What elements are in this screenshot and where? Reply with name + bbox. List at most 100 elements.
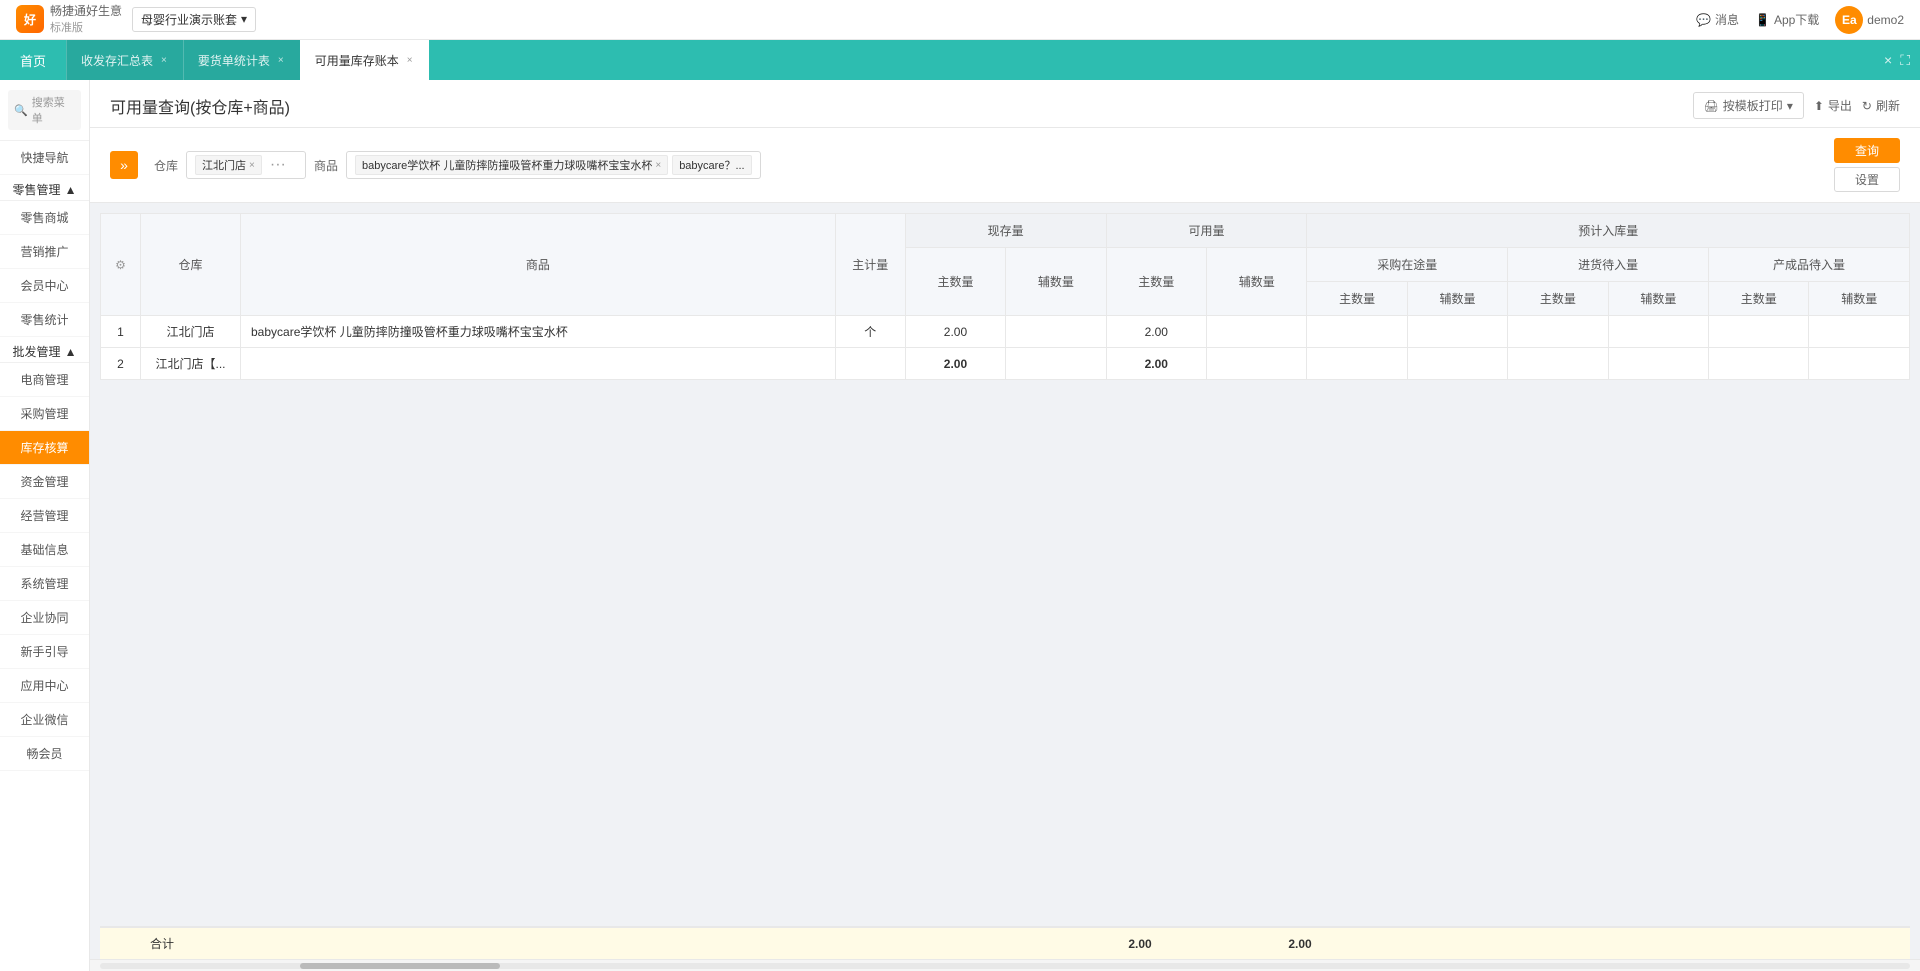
th-products-group: 产成品待入量 (1709, 248, 1910, 282)
sidebar-search[interactable]: 🔍 搜索菜单 (0, 80, 89, 141)
cell-avail-main-1: 2.00 (1106, 316, 1206, 348)
th-settings[interactable]: ⚙ (101, 214, 141, 316)
query-button[interactable]: 查询 (1834, 138, 1900, 163)
th-purchase-aux: 辅数量 (1407, 282, 1507, 316)
tab-close-2[interactable]: × (276, 53, 286, 68)
cell-stock-main-1: 2.00 (905, 316, 1005, 348)
sidebar-item-lingshoushangcheng[interactable]: 零售商城 (0, 201, 89, 235)
scroll-bar-area[interactable] (90, 959, 1920, 971)
th-stock-main: 主数量 (905, 248, 1005, 316)
cell-product-2 (241, 348, 836, 380)
main-layout: 🔍 搜索菜单 快捷导航 零售管理 ▲ 零售商城 营销推广 会员中心 零售统计 批… (0, 80, 1920, 971)
sidebar-item-xitongguanli[interactable]: 系统管理 (0, 567, 89, 601)
message-icon: 💬 (1696, 13, 1711, 27)
sidebar: 🔍 搜索菜单 快捷导航 零售管理 ▲ 零售商城 营销推广 会员中心 零售统计 批… (0, 80, 90, 971)
settings-button[interactable]: 设置 (1834, 167, 1900, 192)
print-button[interactable]: 🖨 按模板打印 ▾ (1693, 92, 1804, 119)
top-bar-right: 💬 消息 📱 App下载 Ea demo2 (1696, 6, 1904, 34)
cell-unit-2 (835, 348, 905, 380)
page-actions: 🖨 按模板打印 ▾ ⬆ 导出 ↻ 刷新 (1693, 92, 1900, 119)
sidebar-item-huiyuanzhongxin[interactable]: 会员中心 (0, 269, 89, 303)
footer-label: 合计 (150, 935, 210, 952)
search-icon: 🔍 (14, 104, 28, 117)
refresh-label: 刷新 (1876, 97, 1900, 114)
tab-home[interactable]: 首页 (0, 40, 66, 80)
th-stock-group: 现存量 (905, 214, 1106, 248)
cell-avail-aux-1 (1207, 316, 1307, 348)
tab-close-3[interactable]: × (405, 53, 415, 68)
th-avail-main: 主数量 (1106, 248, 1206, 316)
th-purchase-main: 主数量 (1307, 282, 1407, 316)
sidebar-item-qiyexietong[interactable]: 企业协同 (0, 601, 89, 635)
tab-close-all-icon[interactable]: × (1884, 52, 1892, 68)
tab-close-1[interactable]: × (159, 53, 169, 68)
print-label: 按模板打印 (1723, 97, 1783, 114)
sidebar-item-jingyingguanli[interactable]: 经营管理 (0, 499, 89, 533)
warehouse-tag-container[interactable]: 江北门店 × ··· (186, 151, 306, 179)
cell-purchase-aux-2 (1407, 348, 1507, 380)
warehouse-tag-text: 江北门店 (202, 157, 246, 173)
cell-rownum-2: 2 (101, 348, 141, 380)
logo-text-group: 畅捷通好生意 标准版 (50, 4, 122, 34)
table-area: ⚙ 仓库 商品 主计量 现存量 可用量 预计入库量 主数量 辅数量 主数量 辅数… (90, 203, 1920, 926)
filter-toggle[interactable]: » (110, 151, 138, 179)
top-bar: 好 畅捷通好生意 标准版 母婴行业演示账套 ▾ 💬 消息 📱 App下载 Ea … (0, 0, 1920, 40)
footer-stock-main: 2.00 (1100, 937, 1180, 951)
th-main-unit: 主计量 (835, 214, 905, 316)
logo-sub: 标准版 (50, 19, 122, 35)
cell-unit-1: 个 (835, 316, 905, 348)
warehouse-more-icon[interactable]: ··· (266, 156, 290, 174)
tab-bar-right: × ⛶ (1884, 40, 1920, 80)
cell-purchase-main-1 (1307, 316, 1407, 348)
tab-fullscreen-icon[interactable]: ⛶ (1900, 52, 1910, 69)
message-action[interactable]: 💬 消息 (1696, 11, 1739, 28)
cell-products-aux-1 (1809, 316, 1910, 348)
sidebar-item-yingxiaotugui[interactable]: 营销推广 (0, 235, 89, 269)
product-tag-close-1[interactable]: × (655, 160, 661, 171)
tab-bar: 首页 收发存汇总表 × 要货单统计表 × 可用量库存账本 × × ⛶ (0, 40, 1920, 80)
sidebar-search-inner[interactable]: 🔍 搜索菜单 (8, 90, 81, 130)
sidebar-item-xinshouyindao[interactable]: 新手引导 (0, 635, 89, 669)
warehouse-tag-close[interactable]: × (249, 160, 255, 171)
arrow-icon2: ▲ (65, 345, 77, 359)
th-warehouse: 仓库 (141, 214, 241, 316)
filter-area: » 仓库 江北门店 × ··· 商品 babycare学饮杯 儿童防摔防撞吸管杯… (90, 128, 1920, 203)
settings-icon[interactable]: ⚙ (115, 258, 126, 272)
scroll-track[interactable] (100, 963, 1910, 969)
sidebar-item-kuaijie[interactable]: 快捷导航 (0, 141, 89, 175)
user-action[interactable]: Ea demo2 (1835, 6, 1904, 34)
export-button[interactable]: ⬆ 导出 (1814, 97, 1852, 114)
sidebar-item-caigouguanli[interactable]: 采购管理 (0, 397, 89, 431)
home-label: 首页 (20, 51, 46, 70)
product-tag-container[interactable]: babycare学饮杯 儿童防摔防撞吸管杯重力球吸嘴杯宝宝水杯 × babyca… (346, 151, 761, 179)
export-icon: ⬆ (1814, 99, 1824, 113)
sidebar-item-zijinguanli[interactable]: 资金管理 (0, 465, 89, 499)
footer-avail-main: 2.00 (1260, 937, 1340, 951)
footer-row: 合计 2.00 2.00 (110, 935, 1900, 952)
scroll-thumb[interactable] (300, 963, 500, 969)
sidebar-item-jichuxinxi[interactable]: 基础信息 (0, 533, 89, 567)
tab-item-2[interactable]: 要货单统计表 × (183, 40, 300, 80)
refresh-button[interactable]: ↻ 刷新 (1862, 97, 1900, 114)
sidebar-item-lingshoutonji[interactable]: 零售统计 (0, 303, 89, 337)
cell-avail-aux-2 (1207, 348, 1307, 380)
tab-label-1: 收发存汇总表 (81, 52, 153, 69)
sidebar-item-pifaguanli[interactable]: 批发管理 ▲ (0, 337, 89, 363)
sidebar-item-dianshanaguanli[interactable]: 电商管理 (0, 363, 89, 397)
warehouse-tag-1: 江北门店 × (195, 155, 262, 175)
table-footer: 合计 2.00 2.00 (100, 926, 1910, 959)
sidebar-item-kucunhesuan[interactable]: 库存核算 (0, 431, 89, 465)
tab-item-3[interactable]: 可用量库存账本 × (300, 40, 429, 80)
sidebar-item-qiyeweixin[interactable]: 企业微信 (0, 703, 89, 737)
page-header: 可用量查询(按仓库+商品) 🖨 按模板打印 ▾ ⬆ 导出 ↻ 刷新 (90, 80, 1920, 128)
refresh-icon: ↻ (1862, 99, 1872, 113)
sidebar-item-yingyongzhongxin[interactable]: 应用中心 (0, 669, 89, 703)
filter-warehouse-group: 仓库 江北门店 × ··· 商品 babycare学饮杯 儿童防摔防撞吸管杯重力… (154, 151, 1818, 179)
sidebar-item-changhui[interactable]: 畅会员 (0, 737, 89, 771)
app-download-action[interactable]: 📱 App下载 (1755, 11, 1819, 28)
message-label: 消息 (1715, 11, 1739, 28)
sidebar-item-lingshouchuangli[interactable]: 零售管理 ▲ (0, 175, 89, 201)
industry-selector[interactable]: 母婴行业演示账套 ▾ (132, 7, 256, 32)
tab-item-1[interactable]: 收发存汇总表 × (66, 40, 183, 80)
cell-incoming-aux-2 (1608, 348, 1708, 380)
